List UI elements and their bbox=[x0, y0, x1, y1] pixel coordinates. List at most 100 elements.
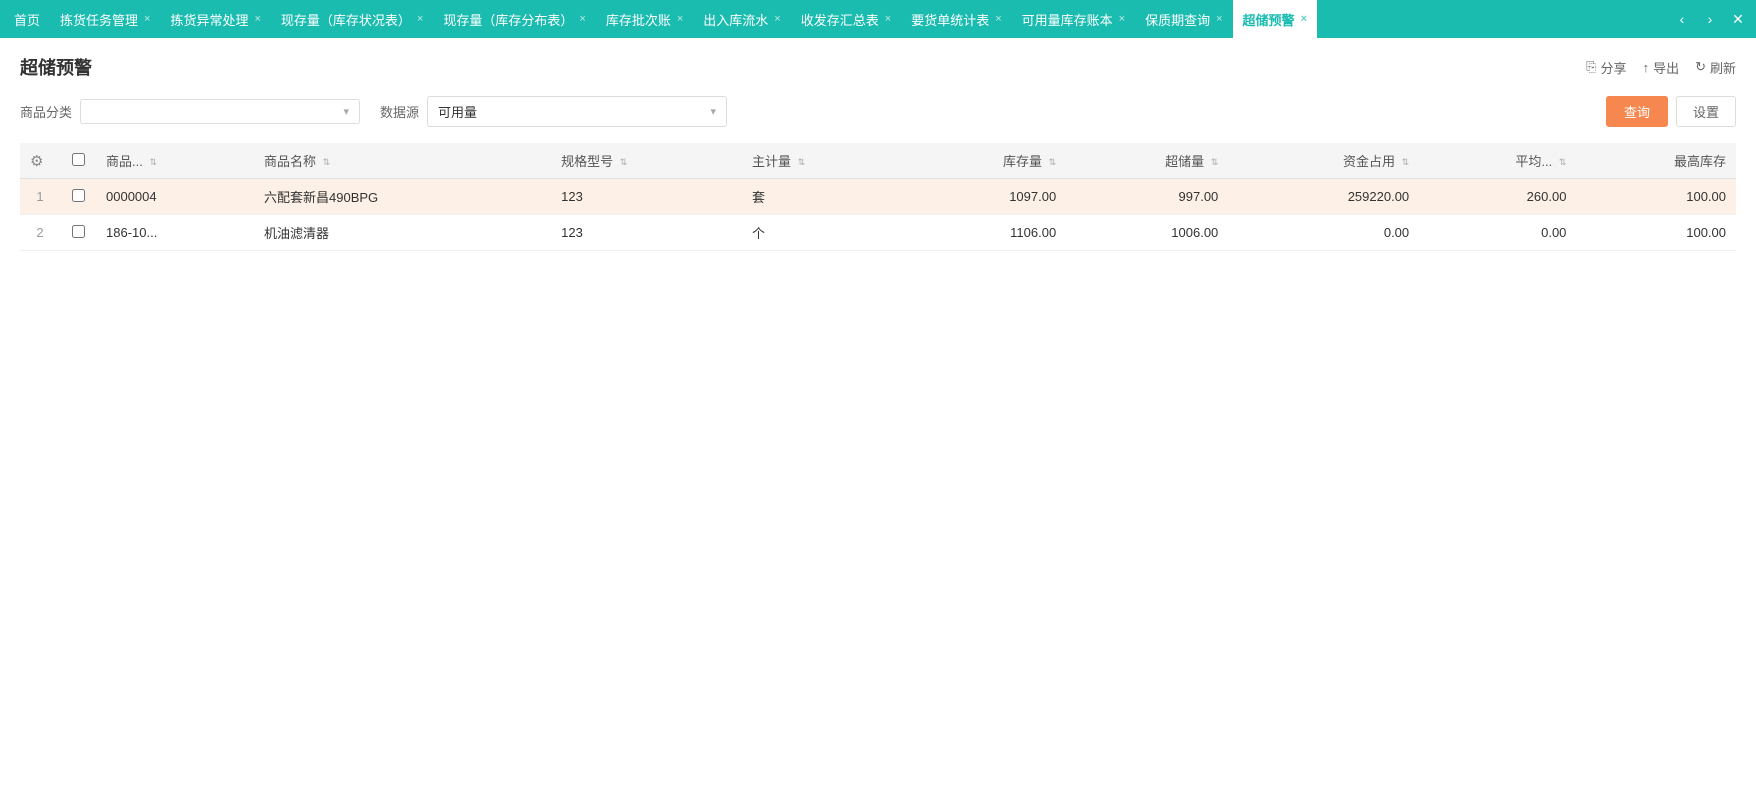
row-avg-0: 260.00 bbox=[1419, 179, 1576, 215]
data-table: ⚙ 商品... ⇅ 商品名称 ⇅ 规格型号 ⇅ bbox=[20, 143, 1736, 251]
row-number-1: 2 bbox=[20, 215, 60, 251]
row-max-stock-1: 100.00 bbox=[1576, 215, 1736, 251]
category-filter: 商品分类 ▾ bbox=[20, 99, 360, 124]
category-select[interactable]: ▾ bbox=[80, 99, 360, 124]
topbar-item-2[interactable]: 拣货异常处理× bbox=[160, 0, 270, 38]
topbar-item-11[interactable]: 超储预警× bbox=[1233, 0, 1317, 38]
row-over-stock-1: 1006.00 bbox=[1066, 215, 1228, 251]
datasource-select[interactable]: 可用量 ▾ bbox=[427, 96, 727, 127]
table-header: ⚙ 商品... ⇅ 商品名称 ⇅ 规格型号 ⇅ bbox=[20, 143, 1736, 179]
topbar-item-9[interactable]: 可用量库存账本× bbox=[1012, 0, 1135, 38]
row-capital-0: 259220.00 bbox=[1228, 179, 1419, 215]
tab-close-icon-2[interactable]: × bbox=[254, 13, 260, 25]
sort-product-name-icon: ⇅ bbox=[323, 158, 331, 167]
row-checkbox-cell-0 bbox=[60, 179, 96, 215]
tab-close-icon-8[interactable]: × bbox=[995, 13, 1001, 25]
row-max-stock-0: 100.00 bbox=[1576, 179, 1736, 215]
share-button[interactable]: ⎘ 分享 bbox=[1586, 58, 1626, 77]
row-capital-1: 0.00 bbox=[1228, 215, 1419, 251]
tab-close-icon-5[interactable]: × bbox=[677, 13, 683, 25]
col-checkbox bbox=[60, 143, 96, 179]
datasource-filter: 数据源 可用量 ▾ bbox=[380, 96, 727, 127]
table-row: 1 0000004 六配套新昌490BPG 123 套 1097.00 997.… bbox=[20, 179, 1736, 215]
filter-actions: 查询 设置 bbox=[1606, 96, 1736, 127]
row-product-code-0: 0000004 bbox=[96, 179, 254, 215]
topbar-item-0[interactable]: 首页 bbox=[4, 0, 50, 38]
header-actions: ⎘ 分享 ↑ 导出 ↻ 刷新 bbox=[1586, 58, 1736, 77]
tab-close-icon-6[interactable]: × bbox=[774, 13, 780, 25]
gear-icon[interactable]: ⚙ bbox=[30, 153, 43, 170]
topbar-item-5[interactable]: 库存批次账× bbox=[596, 0, 693, 38]
topbar-item-3[interactable]: 现存量（库存状况表）× bbox=[271, 0, 433, 38]
row-product-code-1: 186-10... bbox=[96, 215, 254, 251]
row-checkbox-0[interactable] bbox=[72, 189, 85, 202]
row-stock-1: 1106.00 bbox=[904, 215, 1066, 251]
tab-close-icon-4[interactable]: × bbox=[579, 13, 585, 25]
export-button[interactable]: ↑ 导出 bbox=[1643, 58, 1680, 77]
topbar-item-10[interactable]: 保质期查询× bbox=[1135, 0, 1232, 38]
nav-close-button[interactable]: ✕ bbox=[1724, 0, 1752, 38]
sort-avg-icon: ⇅ bbox=[1559, 158, 1567, 167]
datasource-value: 可用量 bbox=[438, 102, 477, 121]
share-label: 分享 bbox=[1601, 58, 1627, 77]
datasource-label: 数据源 bbox=[380, 102, 419, 121]
settings-button[interactable]: 设置 bbox=[1676, 96, 1736, 127]
tab-close-icon-7[interactable]: × bbox=[885, 13, 891, 25]
tab-close-icon-9[interactable]: × bbox=[1119, 13, 1125, 25]
table-body: 1 0000004 六配套新昌490BPG 123 套 1097.00 997.… bbox=[20, 179, 1736, 251]
col-capital[interactable]: 资金占用 ⇅ bbox=[1228, 143, 1419, 179]
category-label: 商品分类 bbox=[20, 102, 72, 121]
refresh-label: 刷新 bbox=[1710, 58, 1736, 77]
refresh-button[interactable]: ↻ 刷新 bbox=[1695, 58, 1736, 77]
row-unit-0: 套 bbox=[742, 179, 904, 215]
export-icon: ↑ bbox=[1643, 60, 1650, 75]
row-unit-1: 个 bbox=[742, 215, 904, 251]
row-checkbox-1[interactable] bbox=[72, 225, 85, 238]
col-product-name[interactable]: 商品名称 ⇅ bbox=[254, 143, 551, 179]
topbar-item-4[interactable]: 现存量（库存分布表）× bbox=[433, 0, 595, 38]
refresh-icon: ↻ bbox=[1695, 59, 1706, 75]
sort-over-stock-icon: ⇅ bbox=[1211, 158, 1219, 167]
main-content: 超储预警 ⎘ 分享 ↑ 导出 ↻ 刷新 商品分类 ▾ 数据源 bbox=[0, 38, 1756, 800]
sort-unit-icon: ⇅ bbox=[798, 158, 806, 167]
tab-close-icon-10[interactable]: × bbox=[1216, 13, 1222, 25]
col-over-stock[interactable]: 超储量 ⇅ bbox=[1066, 143, 1228, 179]
sort-capital-icon: ⇅ bbox=[1402, 158, 1410, 167]
table-container: ⚙ 商品... ⇅ 商品名称 ⇅ 规格型号 ⇅ bbox=[20, 143, 1736, 251]
nav-arrows: ‹ › ✕ bbox=[1668, 0, 1752, 38]
row-stock-0: 1097.00 bbox=[904, 179, 1066, 215]
datasource-chevron-icon: ▾ bbox=[711, 105, 717, 118]
col-spec[interactable]: 规格型号 ⇅ bbox=[551, 143, 742, 179]
topbar-item-7[interactable]: 收发存汇总表× bbox=[791, 0, 901, 38]
topbar: 首页拣货任务管理×拣货异常处理×现存量（库存状况表）×现存量（库存分布表）×库存… bbox=[0, 0, 1756, 38]
tab-close-icon-3[interactable]: × bbox=[417, 13, 423, 25]
sort-product-code-icon: ⇅ bbox=[149, 158, 157, 167]
row-over-stock-0: 997.00 bbox=[1066, 179, 1228, 215]
query-button[interactable]: 查询 bbox=[1606, 96, 1668, 127]
table-row: 2 186-10... 机油滤清器 123 个 1106.00 1006.00 … bbox=[20, 215, 1736, 251]
tab-close-icon-1[interactable]: × bbox=[144, 13, 150, 25]
row-product-name-1: 机油滤清器 bbox=[254, 215, 551, 251]
col-max-stock[interactable]: 最高库存 bbox=[1576, 143, 1736, 179]
share-icon: ⎘ bbox=[1586, 59, 1596, 75]
topbar-item-8[interactable]: 要货单统计表× bbox=[901, 0, 1011, 38]
page-title: 超储预警 bbox=[20, 54, 92, 80]
category-chevron-icon: ▾ bbox=[343, 105, 349, 118]
col-gear: ⚙ bbox=[20, 143, 60, 179]
row-spec-1: 123 bbox=[551, 215, 742, 251]
export-label: 导出 bbox=[1653, 58, 1679, 77]
col-avg[interactable]: 平均... ⇅ bbox=[1419, 143, 1576, 179]
nav-next-button[interactable]: › bbox=[1696, 0, 1724, 38]
row-product-name-0: 六配套新昌490BPG bbox=[254, 179, 551, 215]
row-checkbox-cell-1 bbox=[60, 215, 96, 251]
topbar-item-6[interactable]: 出入库流水× bbox=[693, 0, 790, 38]
tab-close-icon-11[interactable]: × bbox=[1301, 13, 1307, 25]
col-stock[interactable]: 库存量 ⇅ bbox=[904, 143, 1066, 179]
col-product-code[interactable]: 商品... ⇅ bbox=[96, 143, 254, 179]
topbar-item-1[interactable]: 拣货任务管理× bbox=[50, 0, 160, 38]
row-spec-0: 123 bbox=[551, 179, 742, 215]
filter-bar: 商品分类 ▾ 数据源 可用量 ▾ 查询 设置 bbox=[20, 96, 1736, 127]
select-all-checkbox[interactable] bbox=[72, 153, 85, 166]
nav-prev-button[interactable]: ‹ bbox=[1668, 0, 1696, 38]
col-unit[interactable]: 主计量 ⇅ bbox=[742, 143, 904, 179]
